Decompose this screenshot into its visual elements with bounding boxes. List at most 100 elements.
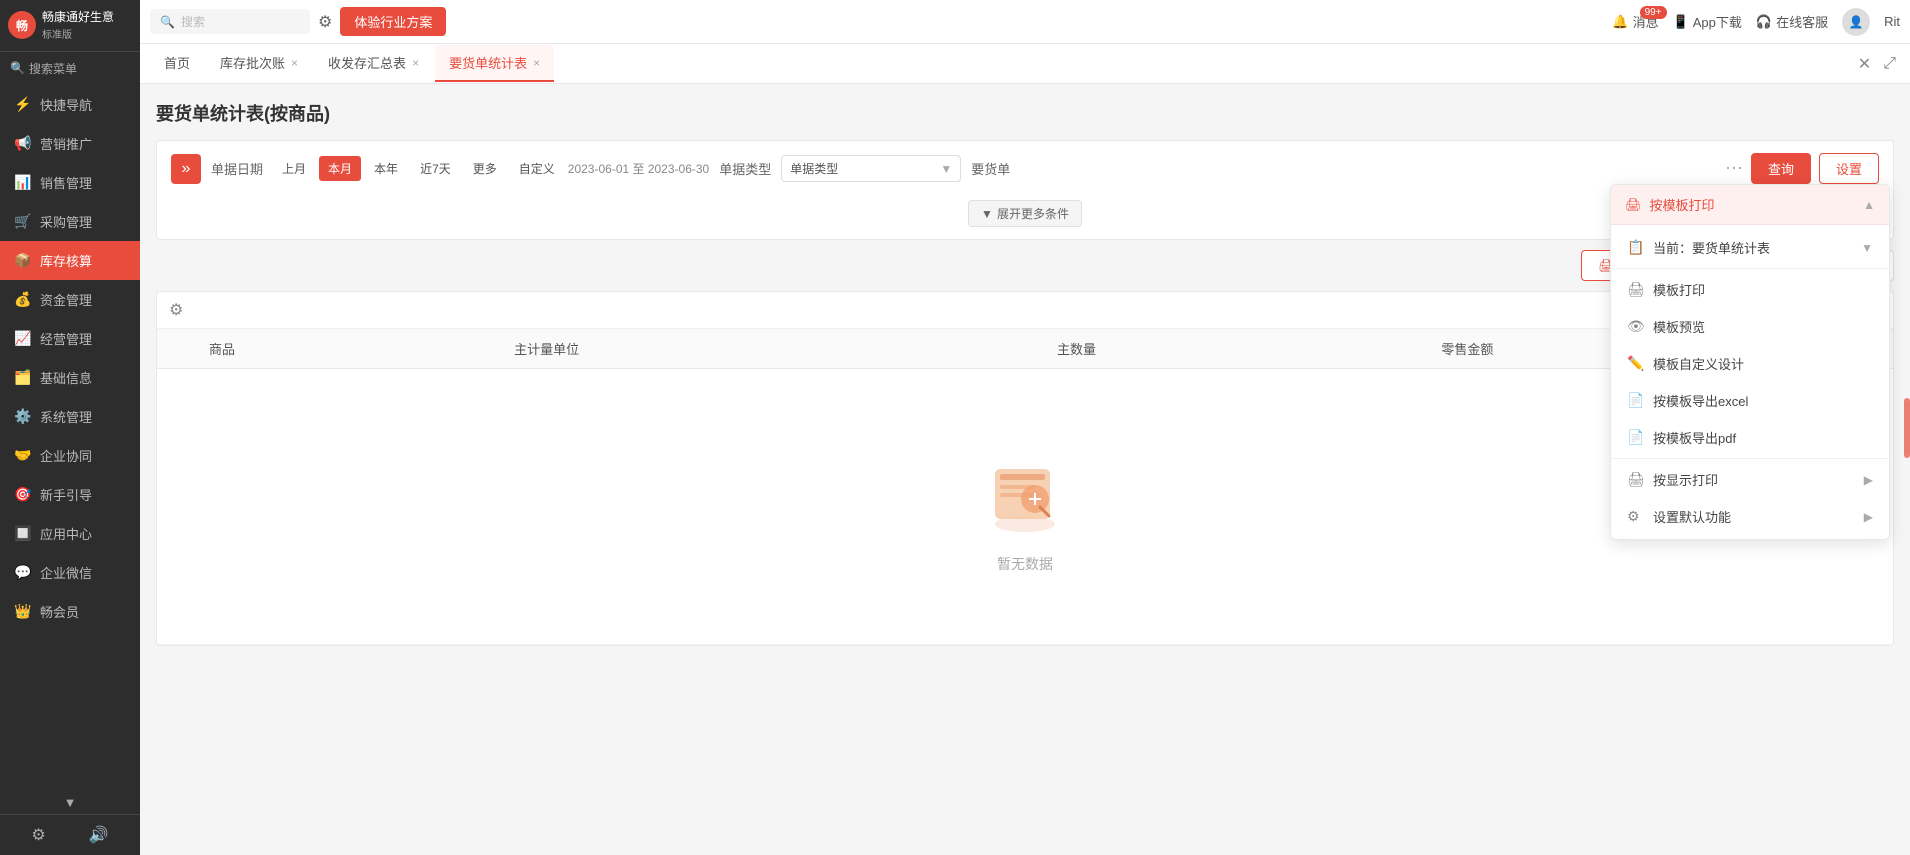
sidebar-item-finance[interactable]: 💰 资金管理	[0, 280, 140, 319]
sales-icon: 📊	[14, 173, 32, 191]
finance-icon: 💰	[14, 290, 32, 308]
sidebar-item-base[interactable]: 🗂️ 基础信息	[0, 358, 140, 397]
sidebar-scroll-down[interactable]: ▼	[0, 791, 140, 814]
topbar-search[interactable]: 🔍 搜索	[150, 9, 310, 34]
app-logo: 畅 畅康通好生意 标准版	[0, 0, 140, 52]
notification-badge: 99+	[1640, 6, 1667, 19]
divider-1	[1611, 268, 1889, 269]
date-buttons: 上月 本月 本年 近7天 更多 自定义 2023-06-01 至 2023-06…	[273, 156, 709, 181]
date-btn-prev[interactable]: 上月	[273, 156, 315, 181]
dropdown-current-template[interactable]: 📋 当前：要货单统计表 ▼	[1611, 229, 1889, 266]
sidebar-footer: ⚙ 🔊	[0, 814, 140, 855]
marketing-icon: 📢	[14, 134, 32, 152]
sidebar-item-quick-nav[interactable]: ⚡ 快捷导航	[0, 85, 140, 124]
avatar-icon: 👤	[1849, 15, 1864, 29]
apps-icon: 🔲	[14, 524, 32, 542]
empty-svg	[975, 439, 1075, 539]
dropdown-item-template-preview[interactable]: 👁 模板预览	[1611, 308, 1889, 345]
purchase-icon: 🛒	[14, 212, 32, 230]
expand-more-icon: ▼	[981, 207, 993, 221]
req-type-label: 要货单	[971, 159, 1010, 178]
audio-footer-icon[interactable]: 🔊	[89, 825, 109, 845]
sidebar-item-apps[interactable]: 🔲 应用中心	[0, 514, 140, 553]
sidebar-item-system[interactable]: ⚙️ 系统管理	[0, 397, 140, 436]
topbar-gear-icon[interactable]: ⚙	[318, 12, 332, 32]
template-pdf-icon: 📄	[1627, 429, 1643, 446]
main-content: 🔍 搜索 ⚙ 体验行业方案 🔔 消息 99+ 📱 App下载 🎧 在线客服 👤	[140, 0, 1910, 855]
filter-expand-icon[interactable]: »	[171, 154, 201, 184]
date-btn-year[interactable]: 本年	[365, 156, 407, 181]
dropdown-close-icon[interactable]: ▲	[1863, 198, 1875, 212]
settings-footer-icon[interactable]: ⚙	[31, 825, 45, 845]
display-print-icon: 🖨	[1627, 471, 1643, 488]
sidebar-item-inventory[interactable]: 📦 库存核算	[0, 241, 140, 280]
display-expand-icon: ▶	[1864, 473, 1873, 487]
topbar-search-icon: 🔍	[160, 15, 175, 29]
inventory-icon: 📦	[14, 251, 32, 269]
default-expand-icon: ▶	[1864, 510, 1873, 524]
dropdown-print-icon: 🖨	[1625, 197, 1642, 213]
dropdown-display-print[interactable]: 🖨 按显示打印 ▶	[1611, 461, 1889, 498]
tab-close-requisition-stats[interactable]: ×	[533, 56, 540, 70]
divider-2	[1611, 458, 1889, 459]
customer-service-button[interactable]: 🎧 在线客服	[1756, 12, 1828, 31]
sidebar-item-member[interactable]: 👑 畅会员	[0, 592, 140, 631]
dropdown-item-template-custom[interactable]: ✏️ 模板自定义设计	[1611, 345, 1889, 382]
col-product: 商品	[197, 329, 502, 369]
date-filter-label: 单据日期	[211, 159, 263, 178]
scroll-indicator	[1904, 398, 1910, 458]
template-excel-icon: 📄	[1627, 392, 1643, 409]
dropdown-item-template-pdf[interactable]: 📄 按模板导出pdf	[1611, 419, 1889, 456]
template-custom-icon: ✏️	[1627, 355, 1643, 372]
tab-receivables-summary[interactable]: 收发存汇总表 ×	[314, 45, 433, 82]
sidebar-search[interactable]: 🔍 搜索菜单	[0, 52, 140, 85]
col-unit: 主计量单位	[502, 329, 1045, 369]
date-range: 2023-06-01 至 2023-06-30	[568, 160, 709, 177]
empty-text: 暂无数据	[997, 554, 1053, 574]
date-btn-7days[interactable]: 近7天	[411, 156, 460, 181]
tab-close-inventory-batch[interactable]: ×	[291, 56, 298, 70]
more-options-icon[interactable]: ⋯	[1725, 158, 1743, 179]
tab-close-receivables-summary[interactable]: ×	[412, 56, 419, 70]
tab-requisition-stats[interactable]: 要货单统计表 ×	[435, 45, 554, 82]
sidebar-item-purchase[interactable]: 🛒 采购管理	[0, 202, 140, 241]
download-icon: 📱	[1673, 14, 1689, 30]
username[interactable]: Rit	[1884, 14, 1900, 29]
app-name: 畅康通好生意	[42, 10, 114, 26]
date-btn-curr[interactable]: 本月	[319, 156, 361, 181]
doc-type-select[interactable]: 单据类型 ▼	[781, 155, 961, 182]
dropdown-item-template-excel[interactable]: 📄 按模板导出excel	[1611, 382, 1889, 419]
sidebar-item-collab[interactable]: 🤝 企业协同	[0, 436, 140, 475]
app-download-button[interactable]: 📱 App下载	[1673, 12, 1742, 31]
table-settings-icon[interactable]: ⚙	[169, 300, 183, 320]
dropdown-item-template-print[interactable]: 🖨 模板打印	[1611, 271, 1889, 308]
filter-row-1: » 单据日期 上月 本月 本年 近7天 更多 自定义 2023-06-01 至 …	[171, 153, 1879, 184]
query-button[interactable]: 查询	[1751, 153, 1811, 184]
trial-button[interactable]: 体验行业方案	[340, 7, 446, 36]
current-expand-icon: ▼	[1861, 241, 1873, 255]
search-icon: 🔍	[10, 61, 25, 75]
notifications-button[interactable]: 🔔 消息 99+	[1612, 12, 1658, 31]
sidebar-item-guide[interactable]: 🎯 新手引导	[0, 475, 140, 514]
tab-expand-button[interactable]: ⤢	[1879, 53, 1900, 75]
page-content: 要货单统计表(按商品) » 单据日期 上月 本月 本年 近7天 更多 自定义 2…	[140, 84, 1910, 855]
wecom-icon: 💬	[14, 563, 32, 581]
sidebar-item-wecom[interactable]: 💬 企业微信	[0, 553, 140, 592]
tab-inventory-batch[interactable]: 库存批次账 ×	[206, 45, 312, 82]
guide-icon: 🎯	[14, 485, 32, 503]
sidebar-item-marketing[interactable]: 📢 营销推广	[0, 124, 140, 163]
dropdown-default-func[interactable]: ⚙ 设置默认功能 ▶	[1611, 498, 1889, 535]
service-icon: 🎧	[1756, 14, 1772, 30]
expand-more-btn[interactable]: ▼ 展开更多条件	[968, 200, 1082, 227]
tab-close-all-button[interactable]: ✕	[1854, 52, 1875, 76]
quick-nav-icon: ⚡	[14, 95, 32, 113]
user-avatar[interactable]: 👤	[1842, 8, 1870, 36]
filter-actions: ⋯ 查询 设置	[1725, 153, 1879, 184]
sidebar-item-operations[interactable]: 📈 经营管理	[0, 319, 140, 358]
date-btn-more[interactable]: 更多	[464, 156, 506, 181]
settings-button[interactable]: 设置	[1819, 153, 1879, 184]
date-btn-custom[interactable]: 自定义	[510, 156, 564, 181]
operations-icon: 📈	[14, 329, 32, 347]
tab-home[interactable]: 首页	[150, 45, 204, 82]
sidebar-item-sales[interactable]: 📊 销售管理	[0, 163, 140, 202]
